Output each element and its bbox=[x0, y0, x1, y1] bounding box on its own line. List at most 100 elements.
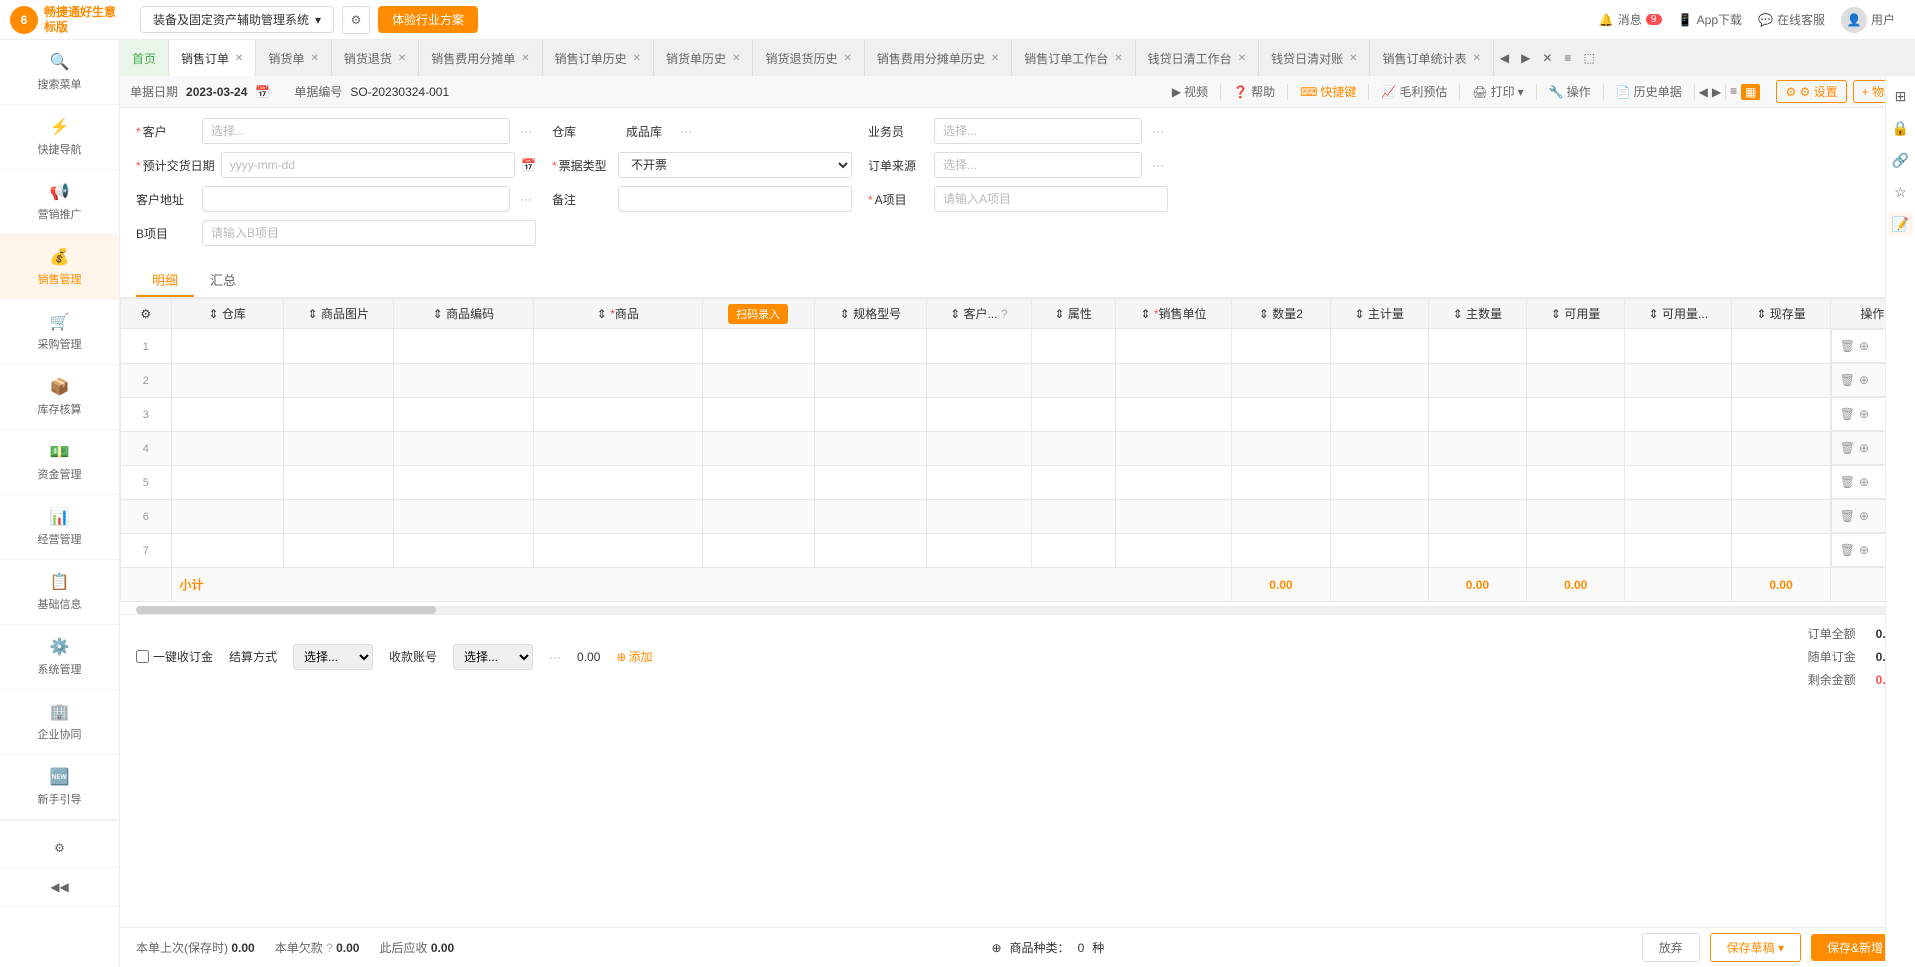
tab-nav-more[interactable]: ≡ bbox=[1558, 40, 1577, 76]
right-icon-4[interactable]: ☆ bbox=[1889, 180, 1913, 204]
next-record-btn[interactable]: ▶ bbox=[1712, 85, 1721, 99]
right-icon-5[interactable]: 📝 bbox=[1889, 212, 1913, 236]
row-delete-btn[interactable]: 🗑 bbox=[1840, 543, 1855, 557]
a-project-input[interactable] bbox=[934, 186, 1168, 212]
tab-close-icon[interactable]: ✕ bbox=[1114, 53, 1122, 64]
tab-close-icon[interactable]: ✕ bbox=[732, 53, 740, 64]
print-btn[interactable]: 🖨 打印 ▾ bbox=[1464, 80, 1531, 103]
add-receipt-btn[interactable]: ⊕ 添加 bbox=[616, 648, 652, 665]
payment-method-select[interactable]: 选择... bbox=[293, 644, 373, 670]
tab-close-icon[interactable]: ✕ bbox=[521, 53, 529, 64]
remark-input[interactable] bbox=[618, 186, 852, 212]
row-copy-btn[interactable]: ⊕ bbox=[1859, 441, 1869, 455]
row-copy-btn[interactable]: ⊕ bbox=[1859, 475, 1869, 489]
col-settings[interactable]: ⚙ bbox=[121, 299, 172, 329]
row-copy-btn[interactable]: ⊕ bbox=[1859, 339, 1869, 353]
tab-sales-stats[interactable]: 销售订单统计表 ✕ bbox=[1370, 40, 1493, 76]
sidebar-collapse-btn[interactable]: ◀◀ bbox=[0, 868, 119, 907]
scan-btn[interactable]: 扫码录入 bbox=[728, 304, 788, 324]
tab-sales-refund[interactable]: 销货退货 ✕ bbox=[332, 40, 419, 76]
sidebar-item-quick-nav[interactable]: ⚡ 快捷导航 bbox=[0, 105, 119, 170]
tab-detail[interactable]: 明细 bbox=[136, 264, 194, 297]
right-icon-1[interactable]: ⊞ bbox=[1889, 84, 1913, 108]
tab-close-icon[interactable]: ✕ bbox=[633, 53, 641, 64]
one-click-payment-checkbox[interactable] bbox=[136, 650, 149, 663]
tab-sales-return-history[interactable]: 销货单历史 ✕ bbox=[654, 40, 753, 76]
grid-view-btn[interactable]: ≡ bbox=[1730, 84, 1737, 100]
right-icon-3[interactable]: 🔗 bbox=[1889, 148, 1913, 172]
row-delete-btn[interactable]: 🗑 bbox=[1840, 441, 1855, 455]
customer-more-btn[interactable]: ··· bbox=[516, 124, 536, 138]
sidebar-item-guide[interactable]: 🆕 新手引导 bbox=[0, 755, 119, 820]
staff-input[interactable] bbox=[934, 118, 1142, 144]
tab-sales-order[interactable]: 销售订单 ✕ bbox=[169, 40, 256, 76]
tab-sales-expense-history[interactable]: 销售费用分摊单历史 ✕ bbox=[865, 40, 1012, 76]
tab-sales-order-workbench[interactable]: 销售订单工作台 ✕ bbox=[1012, 40, 1135, 76]
sidebar-item-sales-mgmt[interactable]: 💰 销售管理 bbox=[0, 235, 119, 300]
profit-btn[interactable]: 📈 毛利预估 bbox=[1373, 80, 1455, 103]
address-input[interactable] bbox=[202, 186, 510, 212]
tab-home[interactable]: 首页 bbox=[120, 40, 169, 76]
tab-close-icon[interactable]: ✕ bbox=[1238, 53, 1246, 64]
receipt-account-select[interactable]: 选择... bbox=[453, 644, 533, 670]
sidebar-item-search-menu[interactable]: 🔍 搜索菜单 bbox=[0, 40, 119, 105]
sidebar-item-sys-mgmt[interactable]: ⚙️ 系统管理 bbox=[0, 625, 119, 690]
tab-close-icon[interactable]: ✕ bbox=[1349, 53, 1357, 64]
right-icon-2[interactable]: 🔒 bbox=[1889, 116, 1913, 140]
invoice-type-select[interactable]: 不开票 bbox=[618, 152, 852, 178]
tab-close-icon[interactable]: ✕ bbox=[1473, 53, 1481, 64]
online-service-btn[interactable]: 💬 在线客服 bbox=[1758, 11, 1825, 28]
system-title-dropdown[interactable]: 装备及固定资产辅助管理系统 ▾ bbox=[140, 6, 334, 33]
tab-close-icon[interactable]: ✕ bbox=[843, 53, 851, 64]
row-copy-btn[interactable]: ⊕ bbox=[1859, 509, 1869, 523]
tab-close-icon[interactable]: ✕ bbox=[991, 53, 999, 64]
tab-cashflow-reconcile[interactable]: 钱贷日清对账 ✕ bbox=[1259, 40, 1370, 76]
sidebar-item-marketing[interactable]: 📢 营销推广 bbox=[0, 170, 119, 235]
more-btn[interactable]: ··· bbox=[549, 650, 561, 664]
history-btn[interactable]: 📄 历史单据 bbox=[1608, 80, 1690, 103]
warehouse-more-btn[interactable]: ··· bbox=[676, 124, 696, 138]
address-more-btn[interactable]: ··· bbox=[516, 192, 536, 206]
app-download-btn[interactable]: 📱 App下载 bbox=[1678, 11, 1742, 28]
settings-button[interactable]: ⚙ bbox=[342, 6, 370, 34]
row-delete-btn[interactable]: 🗑 bbox=[1840, 339, 1855, 353]
order-source-input[interactable] bbox=[934, 152, 1142, 178]
tab-nav-right[interactable]: ▶ bbox=[1515, 40, 1536, 76]
tab-close-icon[interactable]: ✕ bbox=[235, 53, 243, 64]
tab-nav-close-all[interactable]: ✕ bbox=[1536, 40, 1558, 76]
sidebar-item-finance[interactable]: 💵 资金管理 bbox=[0, 430, 119, 495]
row-delete-btn[interactable]: 🗑 bbox=[1840, 475, 1855, 489]
tab-cashflow-daily[interactable]: 钱贷日清工作台 ✕ bbox=[1136, 40, 1259, 76]
notification-btn[interactable]: 🔔 消息 9 bbox=[1599, 11, 1662, 28]
horizontal-scrollbar[interactable] bbox=[136, 606, 1899, 614]
user-avatar[interactable]: 👤 用户 bbox=[1841, 7, 1895, 33]
help-btn[interactable]: ❓ 帮助 bbox=[1225, 80, 1283, 103]
row-copy-btn[interactable]: ⊕ bbox=[1859, 543, 1869, 557]
card-view-btn[interactable]: ▦ bbox=[1741, 84, 1760, 100]
col-scan[interactable]: 扫码录入 bbox=[702, 299, 814, 329]
save-draft-button[interactable]: 保存草稿 ▾ bbox=[1710, 933, 1801, 962]
shortcut-btn[interactable]: ⌨ 快捷键 bbox=[1292, 80, 1364, 103]
customer-input[interactable] bbox=[202, 118, 510, 144]
discard-button[interactable]: 放弃 bbox=[1642, 933, 1700, 962]
row-delete-btn[interactable]: 🗑 bbox=[1840, 407, 1855, 421]
calendar-icon[interactable]: 📅 bbox=[255, 85, 270, 99]
tab-sales-refund-history[interactable]: 销货退货历史 ✕ bbox=[753, 40, 864, 76]
tab-sales-return[interactable]: 销货单 ✕ bbox=[256, 40, 331, 76]
row-delete-btn[interactable]: 🗑 bbox=[1840, 509, 1855, 523]
tab-nav-expand[interactable]: ⬚ bbox=[1577, 40, 1600, 76]
row-copy-btn[interactable]: ⊕ bbox=[1859, 407, 1869, 421]
tab-sales-order-history[interactable]: 销售订单历史 ✕ bbox=[543, 40, 654, 76]
sidebar-item-purchase-mgmt[interactable]: 🛒 采购管理 bbox=[0, 300, 119, 365]
row-delete-btn[interactable]: 🗑 bbox=[1840, 373, 1855, 387]
sidebar-item-inventory[interactable]: 📦 库存核算 bbox=[0, 365, 119, 430]
tab-summary[interactable]: 汇总 bbox=[194, 264, 252, 297]
tab-sales-expense-split[interactable]: 销售费用分摊单 ✕ bbox=[419, 40, 542, 76]
calendar-icon[interactable]: 📅 bbox=[521, 158, 536, 172]
b-project-input[interactable] bbox=[202, 220, 536, 246]
row-copy-btn[interactable]: ⊕ bbox=[1859, 373, 1869, 387]
settings-columns-btn[interactable]: ⚙ ⚙ 设置 bbox=[1776, 80, 1846, 103]
tab-close-icon[interactable]: ✕ bbox=[310, 53, 318, 64]
delivery-date-input[interactable] bbox=[221, 152, 515, 178]
tab-nav-left[interactable]: ◀ bbox=[1494, 40, 1515, 76]
